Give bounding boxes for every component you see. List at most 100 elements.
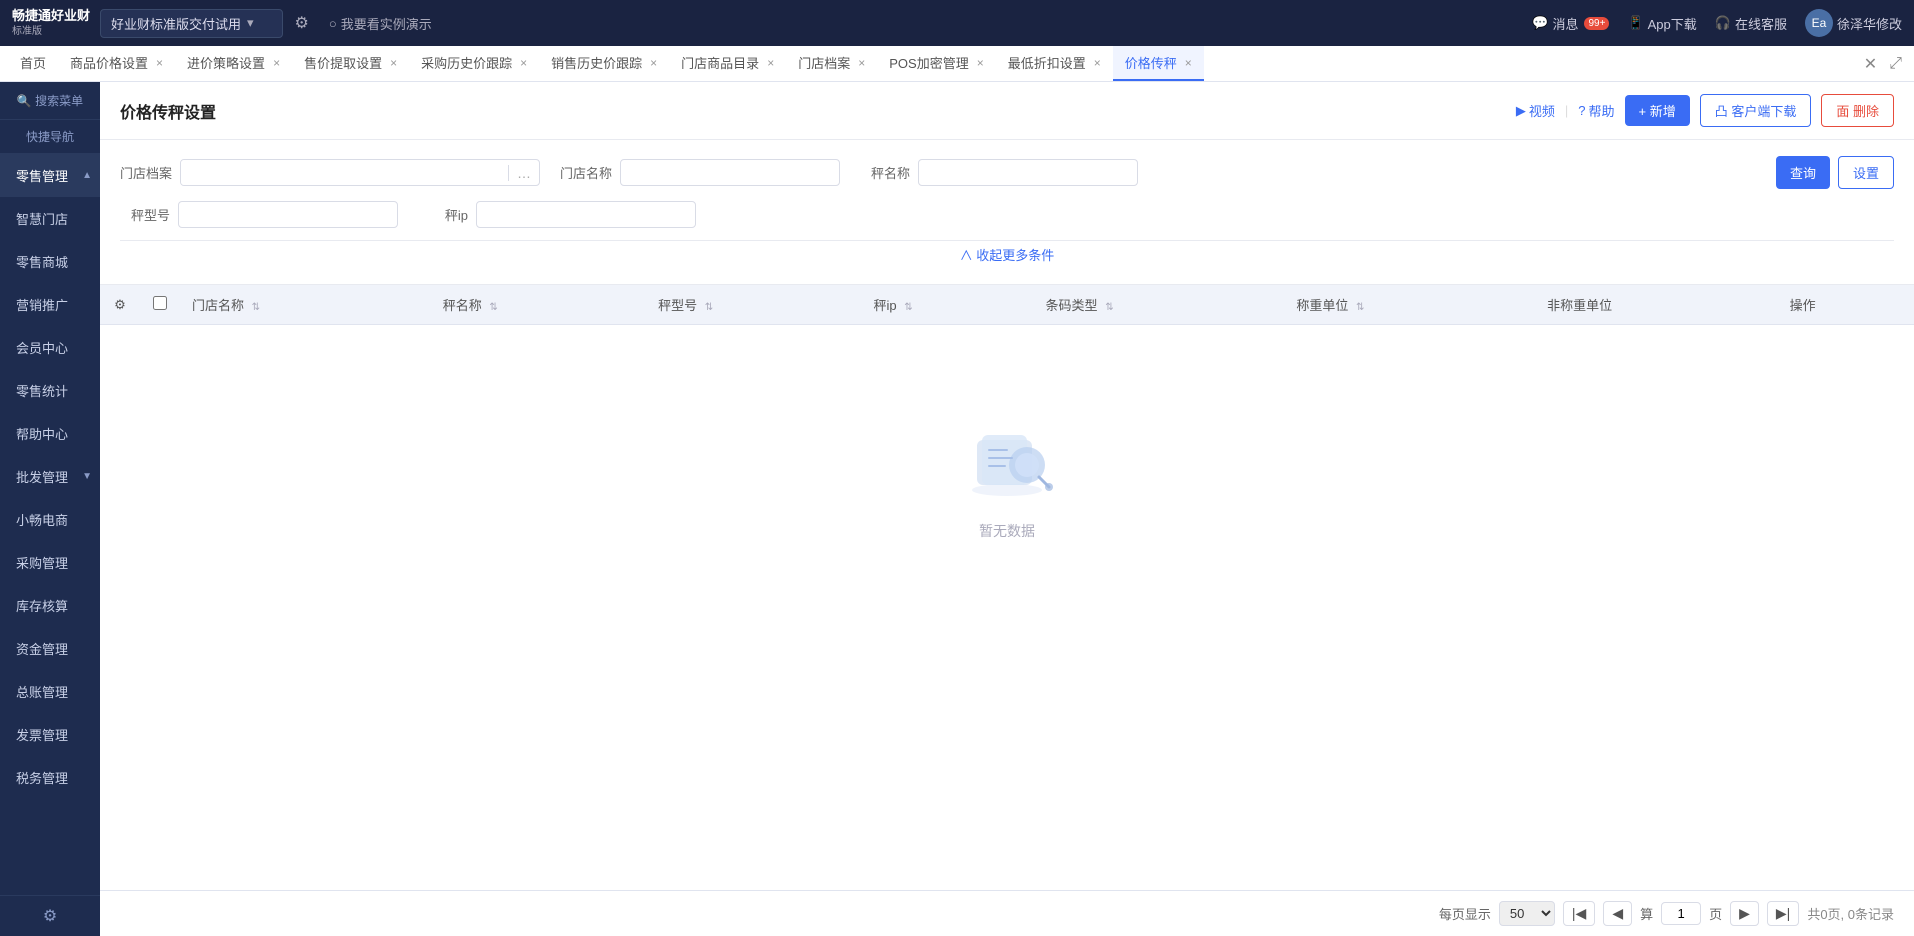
tab-price-scale[interactable]: 价格传秤 ×: [1113, 46, 1204, 81]
sidebar-item-invoice[interactable]: 发票管理: [0, 713, 100, 756]
user-name: 徐泽华修改: [1837, 14, 1902, 33]
tab-store-archive[interactable]: 门店档案 ×: [786, 46, 877, 81]
page-header-actions: ▶ 视频 | ? 帮助 + 新增 凸 客户端下载 面 删除: [1516, 94, 1894, 127]
tab-purchase-history[interactable]: 采购历史价跟踪 ×: [409, 46, 539, 81]
store-name-input[interactable]: [620, 159, 840, 186]
expand-icon[interactable]: ⤢: [1885, 55, 1906, 73]
empty-state: 暂无数据: [100, 325, 1914, 621]
tab-min-discount[interactable]: 最低折扣设置 ×: [996, 46, 1113, 81]
sidebar-quick-nav[interactable]: 快捷导航: [0, 120, 100, 154]
settings-icon[interactable]: ⚙: [295, 13, 309, 33]
settings-button[interactable]: 设置: [1838, 156, 1894, 189]
help-link[interactable]: ? 帮助: [1578, 101, 1614, 120]
sidebar-item-retail-stat[interactable]: 零售统计: [0, 369, 100, 412]
page-label: 算: [1640, 904, 1653, 923]
separator: |: [1565, 103, 1568, 118]
sort-icon: ⇅: [1105, 302, 1113, 313]
chevron-down-icon: ▼: [82, 471, 92, 482]
download-button[interactable]: 凸 客户端下载: [1700, 94, 1812, 127]
sidebar-item-retail-mall[interactable]: 零售商城: [0, 240, 100, 283]
scale-ip-label: 秤ip: [418, 205, 468, 224]
video-link[interactable]: ▶ 视频: [1516, 101, 1555, 120]
page-suffix: 页: [1709, 904, 1722, 923]
tab-purchase-strategy[interactable]: 进价策略设置 ×: [175, 46, 292, 81]
tab-pos-manage[interactable]: POS加密管理 ×: [877, 46, 995, 81]
message-btn[interactable]: 💬 消息 99+: [1532, 14, 1609, 33]
sidebar-item-member[interactable]: 会员中心: [0, 326, 100, 369]
sidebar-item-tax[interactable]: 税务管理: [0, 756, 100, 799]
sidebar-search[interactable]: 🔍 搜索菜单: [0, 82, 100, 120]
filter-row-2: 秤型号 秤ip: [120, 201, 1894, 228]
empty-text: 暂无数据: [979, 521, 1035, 541]
close-icon[interactable]: ×: [156, 56, 163, 70]
close-icon[interactable]: ×: [520, 56, 527, 70]
close-icon[interactable]: ×: [858, 56, 865, 70]
th-action: 操作: [1778, 285, 1914, 325]
prev-page-btn[interactable]: ◀: [1603, 901, 1632, 926]
page-size-select[interactable]: 50 10 20 100: [1499, 901, 1555, 926]
online-service-btn[interactable]: 🎧 在线客服: [1715, 14, 1787, 33]
tab-store-catalog[interactable]: 门店商品目录 ×: [669, 46, 786, 81]
table-container: ⚙ 门店名称 ⇅ 秤名称 ⇅ 秤型号: [100, 285, 1914, 890]
close-icon[interactable]: ×: [390, 56, 397, 70]
sidebar-item-smart-store[interactable]: 智慧门店: [0, 197, 100, 240]
sidebar-settings-btn[interactable]: ⚙: [0, 895, 100, 936]
scale-name-input[interactable]: [918, 159, 1138, 186]
store-archive-input-wrapper: …: [180, 159, 540, 186]
filter-scale-name: 秤名称: [860, 159, 1138, 186]
th-scale-model: 秤型号 ⇅: [646, 285, 861, 325]
collapse-button[interactable]: ∧ 收起更多条件: [120, 240, 1894, 268]
select-all-checkbox[interactable]: [153, 296, 167, 310]
sidebar-item-finance[interactable]: 资金管理: [0, 627, 100, 670]
sidebar-item-marketing[interactable]: 营销推广: [0, 283, 100, 326]
close-icon[interactable]: ×: [1185, 56, 1192, 70]
delete-button[interactable]: 面 删除: [1821, 94, 1894, 127]
add-button[interactable]: + 新增: [1625, 95, 1690, 126]
sidebar-item-wholesale[interactable]: 批发管理 ▼: [0, 455, 100, 498]
app-download-btn[interactable]: 📱 App下载: [1627, 14, 1696, 33]
last-page-btn[interactable]: ▶|: [1767, 901, 1799, 926]
close-icon[interactable]: ×: [650, 56, 657, 70]
headset-icon: 🎧: [1715, 15, 1731, 31]
sidebar-item-retail[interactable]: 零售管理 ▲: [0, 154, 100, 197]
demo-link[interactable]: ○ 我要看实例演示: [329, 14, 432, 33]
close-window-icon[interactable]: ✕: [1860, 54, 1881, 74]
first-page-btn[interactable]: |◀: [1563, 901, 1595, 926]
demo-icon: ○: [329, 16, 337, 31]
tab-sale-extract[interactable]: 售价提取设置 ×: [292, 46, 409, 81]
next-page-btn[interactable]: ▶: [1730, 901, 1759, 926]
tab-bar: 首页 商品价格设置 × 进价策略设置 × 售价提取设置 × 采购历史价跟踪 × …: [0, 46, 1914, 82]
page-header: 价格传秤设置 ▶ 视频 | ? 帮助 + 新增 凸 客户端下载 面: [100, 82, 1914, 140]
scale-model-label: 秤型号: [120, 205, 170, 224]
filter-row-1: 门店档案 … 门店名称 秤名称 查询: [120, 156, 1894, 189]
filter-area: 门店档案 … 门店名称 秤名称 查询: [100, 140, 1914, 285]
th-store-name: 门店名称 ⇅: [180, 285, 431, 325]
sidebar-item-general-ledger[interactable]: 总账管理: [0, 670, 100, 713]
tab-home[interactable]: 首页: [8, 46, 58, 81]
content-area: 价格传秤设置 ▶ 视频 | ? 帮助 + 新增 凸 客户端下载 面: [100, 82, 1914, 936]
filter-store-archive: 门店档案 …: [120, 159, 540, 186]
dots-button[interactable]: …: [508, 165, 539, 181]
sidebar-item-purchase[interactable]: 采购管理: [0, 541, 100, 584]
tab-sale-history[interactable]: 销售历史价跟踪 ×: [539, 46, 669, 81]
th-settings[interactable]: ⚙: [100, 285, 140, 325]
close-icon[interactable]: ×: [767, 56, 774, 70]
scale-ip-input[interactable]: [476, 201, 696, 228]
sidebar: 🔍 搜索菜单 快捷导航 零售管理 ▲ 智慧门店 零售商城 营销推广 会员中心 零…: [0, 82, 100, 936]
query-button[interactable]: 查询: [1776, 156, 1830, 189]
close-icon[interactable]: ×: [273, 56, 280, 70]
version-selector[interactable]: 好业财标准版交付试用 ▾: [100, 9, 283, 38]
th-checkbox: [140, 285, 180, 325]
sidebar-item-xiao-chang[interactable]: 小畅电商: [0, 498, 100, 541]
store-archive-input[interactable]: [181, 160, 508, 185]
page-input[interactable]: [1661, 902, 1701, 925]
sidebar-item-help[interactable]: 帮助中心: [0, 412, 100, 455]
scale-model-input[interactable]: [178, 201, 398, 228]
page-title: 价格传秤设置: [120, 99, 216, 123]
close-icon[interactable]: ×: [1094, 56, 1101, 70]
avatar: Ea: [1805, 9, 1833, 37]
close-icon[interactable]: ×: [977, 56, 984, 70]
user-profile[interactable]: Ea 徐泽华修改: [1805, 9, 1902, 37]
tab-price-setting[interactable]: 商品价格设置 ×: [58, 46, 175, 81]
sidebar-item-inventory[interactable]: 库存核算: [0, 584, 100, 627]
